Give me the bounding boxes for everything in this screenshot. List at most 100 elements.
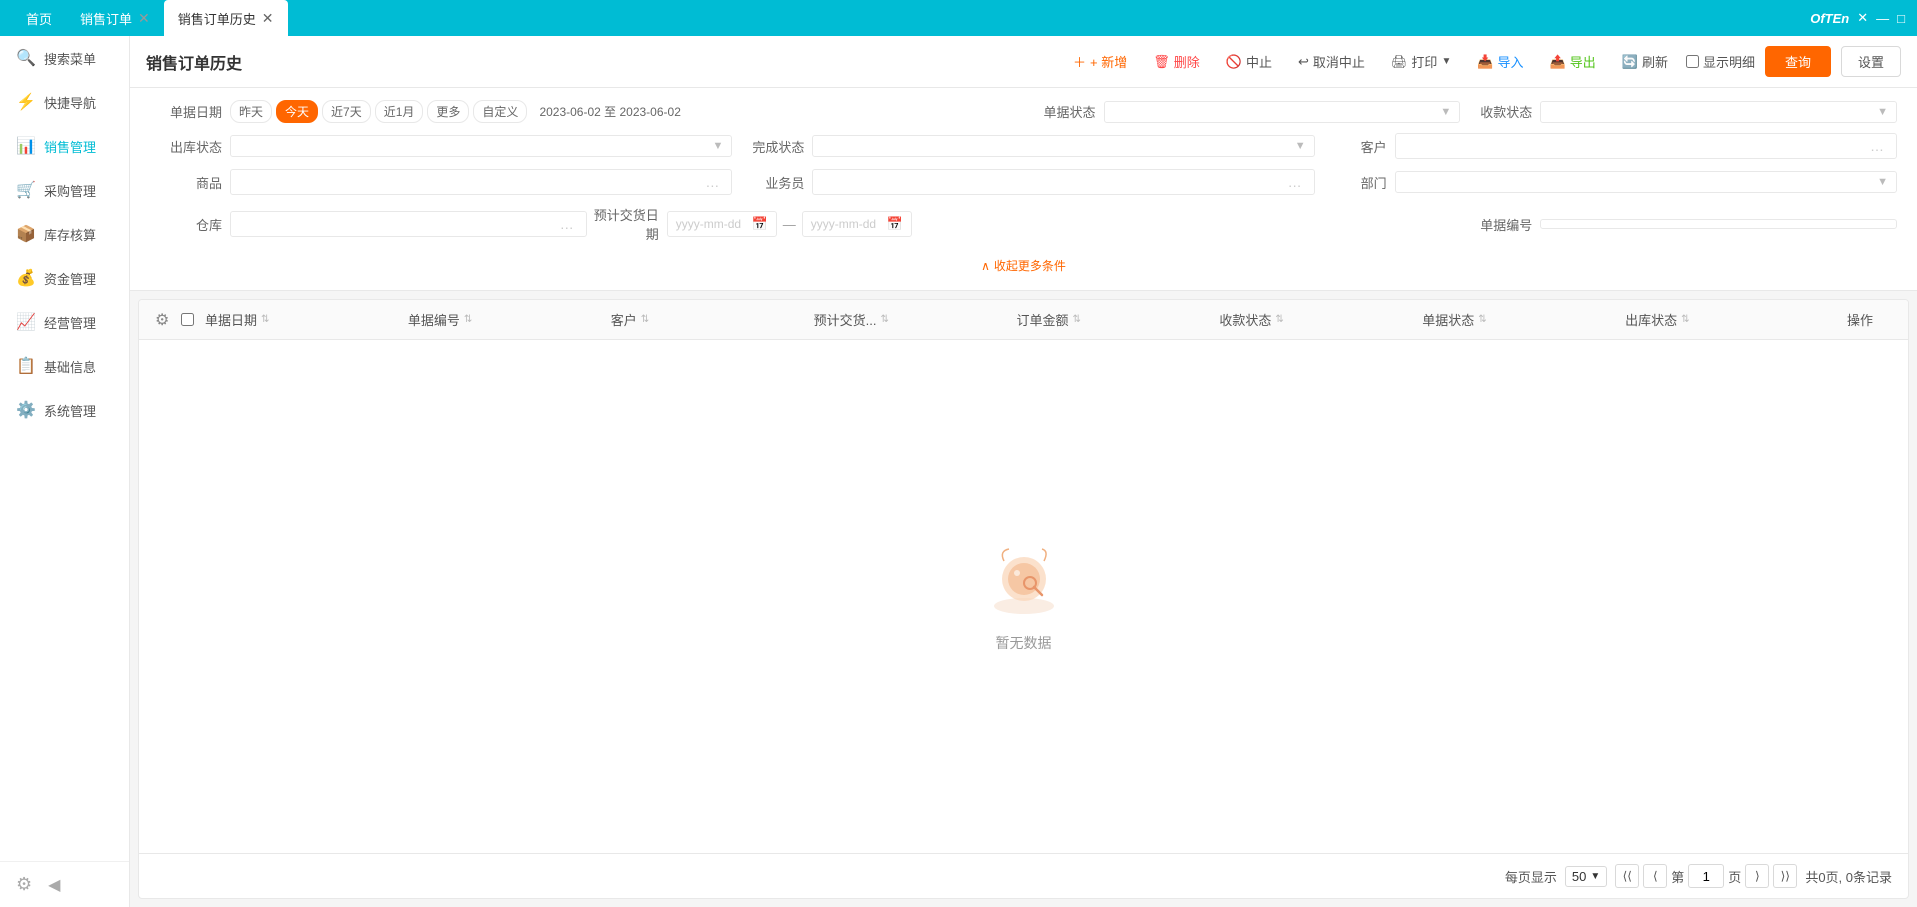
department-select[interactable]: ▼ [1395,171,1897,193]
delivery-date-start[interactable]: yyyy-mm-dd 📅 [667,211,777,237]
collapse-bar[interactable]: ∧ 收起更多条件 [150,253,1897,278]
page-number-input[interactable] [1688,864,1724,888]
th-amount-label: 订单金额 [1017,310,1069,329]
display-detail-input[interactable] [1686,55,1699,68]
th-bill-status: 单据状态 ⇅ [1414,310,1617,329]
page-last-btn[interactable]: ⟩⟩ [1773,864,1797,888]
stop-button[interactable]: 🚫 中止 [1218,48,1280,75]
tab-sales-order-close[interactable]: ✕ [138,10,150,27]
bill-status-select[interactable]: ▼ [1104,101,1461,123]
sort-stock-icon[interactable]: ⇅ [1681,314,1689,325]
print-button[interactable]: 🖨 打印 ▼ [1383,48,1459,75]
table-settings-icon[interactable]: ⚙ [155,310,169,330]
date-1month[interactable]: 近1月 [375,100,424,123]
sort-bill-icon[interactable]: ⇅ [1478,314,1486,325]
th-payment-status-label: 收款状态 [1219,310,1271,329]
top-maximize-icon[interactable]: □ [1897,11,1905,26]
page-header: 销售订单历史 ＋ + 新增 🗑 删除 🚫 中止 ↩ 取消中止 [130,36,1917,88]
filter-product: 商品 … [150,169,732,195]
payment-status-arrow: ▼ [1877,106,1888,118]
tab-sales-order[interactable]: 销售订单 ✕ [66,0,164,36]
cancel-stop-button[interactable]: ↩ 取消中止 [1290,48,1373,75]
settings-button[interactable]: 设置 [1841,46,1901,77]
date-range-display: 2023-06-02 至 2023-06-02 [539,103,680,120]
top-close-icon[interactable]: ✕ [1857,10,1868,26]
collapse-chevron: ∧ [981,259,990,273]
warehouse-input[interactable]: … [230,211,587,237]
th-bill-status-label: 单据状态 [1422,310,1474,329]
sidebar-settings-icon[interactable]: ⚙ [16,874,32,895]
tab-sales-history-label: 销售订单历史 [178,9,256,28]
new-label: + 新增 [1090,52,1127,71]
display-detail-checkbox[interactable]: 显示明细 [1686,52,1755,71]
filter-complete-status: 完成状态 ▼ [732,135,1314,157]
th-stock-out-status: 出库状态 ⇅ [1617,310,1820,329]
th-delivery: 预计交货... ⇅ [806,310,1009,329]
content-area: 销售订单历史 ＋ + 新增 🗑 删除 🚫 中止 ↩ 取消中止 [130,36,1917,907]
date-more[interactable]: 更多 [427,100,469,123]
department-label: 部门 [1315,173,1395,192]
select-all-checkbox[interactable] [181,313,194,326]
product-input[interactable]: … [230,169,732,195]
stock-out-select[interactable]: ▼ [230,135,732,157]
date-today[interactable]: 今天 [276,100,318,123]
sort-payment-icon[interactable]: ⇅ [1275,314,1283,325]
brand-text: OfTEn [1810,11,1849,26]
sidebar-item-quicknav[interactable]: ⚡ 快捷导航 [0,80,129,124]
sort-amount-icon[interactable]: ⇅ [1073,314,1081,325]
import-button[interactable]: 📥 导入 [1469,48,1531,75]
sidebar-item-finance[interactable]: 💰 资金管理 [0,256,129,300]
salesman-ellipsis[interactable]: … [1284,174,1306,190]
new-icon: ＋ [1073,52,1086,71]
filter-stock-out: 出库状态 ▼ [150,135,732,157]
customer-ellipsis[interactable]: … [1866,138,1888,154]
salesman-input[interactable]: … [812,169,1314,195]
date-custom[interactable]: 自定义 [473,100,527,123]
sort-delivery-icon[interactable]: ⇅ [880,314,888,325]
payment-status-select[interactable]: ▼ [1540,101,1897,123]
date-7days[interactable]: 近7天 [322,100,371,123]
calendar-end-icon[interactable]: 📅 [887,216,903,232]
new-button[interactable]: ＋ + 新增 [1065,48,1135,75]
date-yesterday[interactable]: 昨天 [230,100,272,123]
delete-button[interactable]: 🗑 删除 [1145,48,1208,75]
filter-row-1: 单据日期 昨天 今天 近7天 近1月 更多 自定义 2023-06-02 至 2… [150,100,1897,123]
delivery-date-end[interactable]: yyyy-mm-dd 📅 [802,211,912,237]
warehouse-ellipsis[interactable]: … [556,216,578,232]
th-customer-label: 客户 [611,310,637,329]
calendar-start-icon[interactable]: 📅 [752,216,768,232]
product-ellipsis[interactable]: … [701,174,723,190]
sort-order-no-icon[interactable]: ⇅ [464,314,472,325]
empty-text: 暂无数据 [996,633,1052,653]
sidebar-item-inventory[interactable]: 📦 库存核算 [0,212,129,256]
warehouse-label: 仓库 [150,215,230,234]
sort-date-icon[interactable]: ⇅ [261,314,269,325]
sidebar-item-purchase[interactable]: 🛒 采购管理 [0,168,129,212]
refresh-button[interactable]: 🔄 刷新 [1614,48,1676,75]
sidebar-item-sales[interactable]: 📊 销售管理 [0,124,129,168]
filter-row-4: 仓库 … 预计交货日期 yyyy-mm-dd 📅 — yyyy-mm-dd [150,205,1897,243]
tab-sales-history-close[interactable]: ✕ [262,10,274,27]
sidebar-item-business[interactable]: 📈 经营管理 [0,300,129,344]
sidebar: 🔍 搜索菜单 ⚡ 快捷导航 📊 销售管理 🛒 采购管理 📦 库存核算 💰 资金管… [0,36,130,907]
export-button[interactable]: 📤 导出 [1542,48,1604,75]
sidebar-item-basics[interactable]: 📋 基础信息 [0,344,129,388]
tab-sales-history[interactable]: 销售订单历史 ✕ [164,0,288,36]
page-prev-btn[interactable]: ⟨ [1643,864,1667,888]
sidebar-item-system[interactable]: ⚙️ 系统管理 [0,388,129,432]
page-next-btn[interactable]: ⟩ [1745,864,1769,888]
sidebar-item-search[interactable]: 🔍 搜索菜单 [0,36,129,80]
customer-input[interactable]: … [1395,133,1897,159]
sidebar-collapse-icon[interactable]: ◀ [48,875,60,895]
query-button[interactable]: 查询 [1765,46,1831,77]
page-first-btn[interactable]: ⟨⟨ [1615,864,1639,888]
top-minimize-icon[interactable]: — [1876,11,1889,26]
order-no-input[interactable] [1540,219,1897,229]
sidebar-item-sales-label: 销售管理 [44,137,96,156]
bill-status-arrow: ▼ [1440,106,1451,118]
import-label: 导入 [1498,52,1524,71]
complete-status-select[interactable]: ▼ [812,135,1314,157]
tab-home[interactable]: 首页 [12,0,66,36]
sort-customer-icon[interactable]: ⇅ [641,314,649,325]
per-page-select[interactable]: 50 ▼ [1565,866,1607,887]
